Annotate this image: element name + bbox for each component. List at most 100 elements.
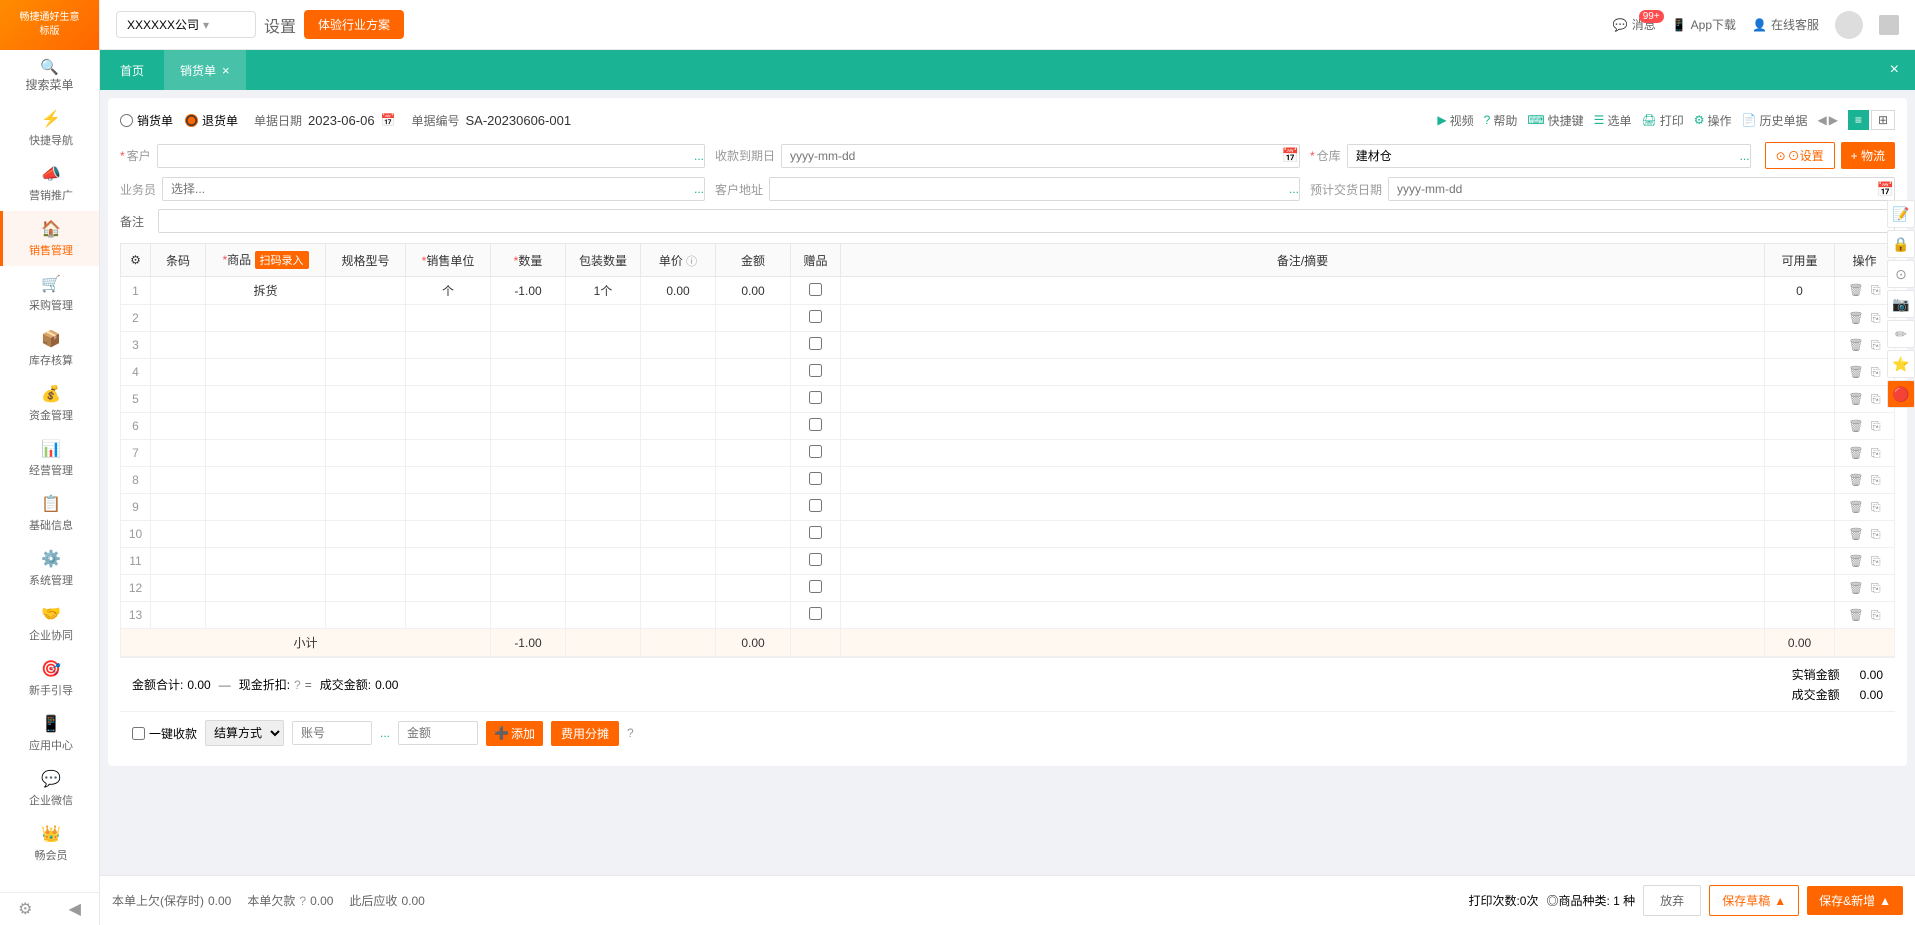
delete-icon[interactable]: 🗑: [1848, 392, 1863, 406]
type-sale-radio[interactable]: 销货单: [120, 112, 173, 129]
return-radio-input[interactable]: [185, 114, 198, 127]
copy-icon[interactable]: ⎘: [1871, 581, 1881, 595]
payment-date-input[interactable]: [782, 145, 1282, 167]
account-input[interactable]: [292, 721, 372, 745]
float-btn-2[interactable]: 🔒: [1887, 230, 1915, 258]
sidebar-item-marketing[interactable]: 📣 营销推广: [0, 156, 99, 211]
delete-icon[interactable]: 🗑: [1848, 554, 1863, 568]
sale-radio-input[interactable]: [120, 114, 133, 127]
delete-icon[interactable]: 🗑: [1848, 473, 1863, 487]
td-gift[interactable]: [791, 575, 841, 602]
copy-icon[interactable]: ⎘: [1871, 283, 1881, 297]
scan-btn[interactable]: 扫码录入: [255, 251, 309, 269]
staff-input[interactable]: [163, 178, 690, 200]
delete-icon[interactable]: 🗑: [1848, 365, 1863, 379]
copy-icon[interactable]: ⎘: [1871, 608, 1881, 622]
company-selector[interactable]: XXXXXX公司 ▾: [116, 11, 256, 38]
sidebar-item-wechat[interactable]: 💬 企业微信: [0, 761, 99, 816]
float-btn-7[interactable]: 🔴: [1887, 380, 1915, 408]
delete-icon[interactable]: 🗑: [1848, 283, 1863, 297]
sidebar-item-inventory[interactable]: 📦 库存核算: [0, 321, 99, 376]
td-barcode[interactable]: [151, 359, 206, 386]
sidebar-item-quick-nav[interactable]: ⚡ 快捷导航: [0, 101, 99, 156]
td-gift[interactable]: [791, 305, 841, 332]
warehouse-input[interactable]: [1348, 145, 1736, 167]
user-avatar[interactable]: [1835, 11, 1863, 39]
float-btn-3[interactable]: ⊙: [1887, 260, 1915, 288]
question-icon2[interactable]: ?: [299, 894, 306, 908]
copy-icon[interactable]: ⎘: [1871, 392, 1881, 406]
sidebar-item-basic-info[interactable]: 📋 基础信息: [0, 486, 99, 541]
customer-input[interactable]: [158, 145, 690, 167]
td-barcode[interactable]: [151, 494, 206, 521]
td-barcode[interactable]: [151, 521, 206, 548]
delete-icon[interactable]: 🗑: [1848, 527, 1863, 541]
amount-input[interactable]: [398, 721, 478, 745]
td-gift[interactable]: [791, 602, 841, 629]
sidebar-collapse-btn[interactable]: ◀: [69, 899, 81, 919]
toolbar-help[interactable]: ? 帮助: [1484, 112, 1518, 129]
payment-method-select[interactable]: 结算方式: [205, 720, 284, 746]
td-gift[interactable]: [791, 494, 841, 521]
tab-sale-order[interactable]: 销货单 ×: [164, 50, 246, 90]
toolbar-print[interactable]: 🖨 打印: [1641, 112, 1683, 129]
message-btn[interactable]: 💬 消息 99+: [1613, 16, 1656, 33]
prev-arrow[interactable]: ◀: [1817, 113, 1826, 127]
delete-icon[interactable]: 🗑: [1848, 500, 1863, 514]
sidebar-item-guide[interactable]: 🎯 新手引导: [0, 651, 99, 706]
td-gift[interactable]: [791, 440, 841, 467]
staff-more-btn[interactable]: ...: [694, 182, 704, 196]
float-btn-4[interactable]: 📷: [1887, 290, 1915, 318]
td-barcode[interactable]: [151, 332, 206, 359]
question-icon[interactable]: ?: [294, 678, 301, 692]
sidebar-item-app-center[interactable]: 📱 应用中心: [0, 706, 99, 761]
toolbar-operation[interactable]: ⚙ 操作: [1694, 112, 1732, 129]
next-arrow[interactable]: ▶: [1829, 113, 1838, 127]
td-gift[interactable]: [791, 521, 841, 548]
notes-input[interactable]: [158, 209, 1895, 233]
sidebar-item-sales[interactable]: 🏠 销售管理: [0, 211, 99, 266]
float-btn-6[interactable]: ⭐: [1887, 350, 1915, 378]
copy-icon[interactable]: ⎘: [1871, 500, 1881, 514]
sidebar-item-collab[interactable]: 🤝 企业协同: [0, 596, 99, 651]
toolbar-video[interactable]: ▶ 视频: [1437, 112, 1473, 129]
td-gift[interactable]: [791, 332, 841, 359]
customer-addr-more-btn[interactable]: ...: [1289, 182, 1299, 196]
copy-icon[interactable]: ⎘: [1871, 473, 1881, 487]
tab-home[interactable]: 首页: [100, 50, 164, 90]
sidebar-settings-btn[interactable]: ⚙: [18, 899, 32, 919]
td-gift[interactable]: [791, 386, 841, 413]
toolbar-shortcut[interactable]: ⌨ 快捷键: [1527, 112, 1583, 129]
td-barcode[interactable]: [151, 386, 206, 413]
toolbar-select[interactable]: ☰ 选单: [1594, 112, 1632, 129]
delete-icon[interactable]: 🗑: [1848, 311, 1863, 325]
sidebar-item-member[interactable]: 👑 畅会员: [0, 816, 99, 871]
copy-icon[interactable]: ⎘: [1871, 554, 1881, 568]
td-gift[interactable]: [791, 277, 841, 305]
sidebar-item-purchase[interactable]: 🛒 采购管理: [0, 266, 99, 321]
add-payment-btn[interactable]: ➕ 添加: [486, 721, 543, 746]
float-btn-1[interactable]: 📝: [1887, 200, 1915, 228]
save-new-btn[interactable]: 保存&新增 ▲: [1807, 886, 1903, 915]
warehouse-more-btn[interactable]: ...: [1740, 149, 1750, 163]
topbar-gear-icon[interactable]: 设置: [264, 13, 296, 37]
list-view-btn[interactable]: ≡: [1848, 110, 1869, 130]
customer-more-btn[interactable]: ...: [694, 149, 704, 163]
td-gift[interactable]: [791, 413, 841, 440]
float-btn-5[interactable]: ✏: [1887, 320, 1915, 348]
type-return-radio[interactable]: 退货单: [185, 112, 238, 129]
sidebar-item-finance[interactable]: 💰 资金管理: [0, 376, 99, 431]
online-service-btn[interactable]: 👤 在线客服: [1752, 16, 1819, 33]
sidebar-item-operations[interactable]: 📊 经营管理: [0, 431, 99, 486]
td-gift[interactable]: [791, 359, 841, 386]
account-more-btn[interactable]: ...: [380, 726, 390, 740]
grid-view-btn[interactable]: ⊞: [1871, 110, 1895, 130]
td-barcode[interactable]: [151, 575, 206, 602]
save-draft-btn[interactable]: 保存草稿 ▲: [1709, 885, 1799, 916]
td-barcode[interactable]: [151, 305, 206, 332]
sidebar-search[interactable]: 🔍 搜索菜单: [0, 50, 99, 101]
delete-icon[interactable]: 🗑: [1848, 419, 1863, 433]
copy-icon[interactable]: ⎘: [1871, 527, 1881, 541]
td-barcode[interactable]: [151, 440, 206, 467]
customer-addr-input[interactable]: [770, 178, 1285, 200]
